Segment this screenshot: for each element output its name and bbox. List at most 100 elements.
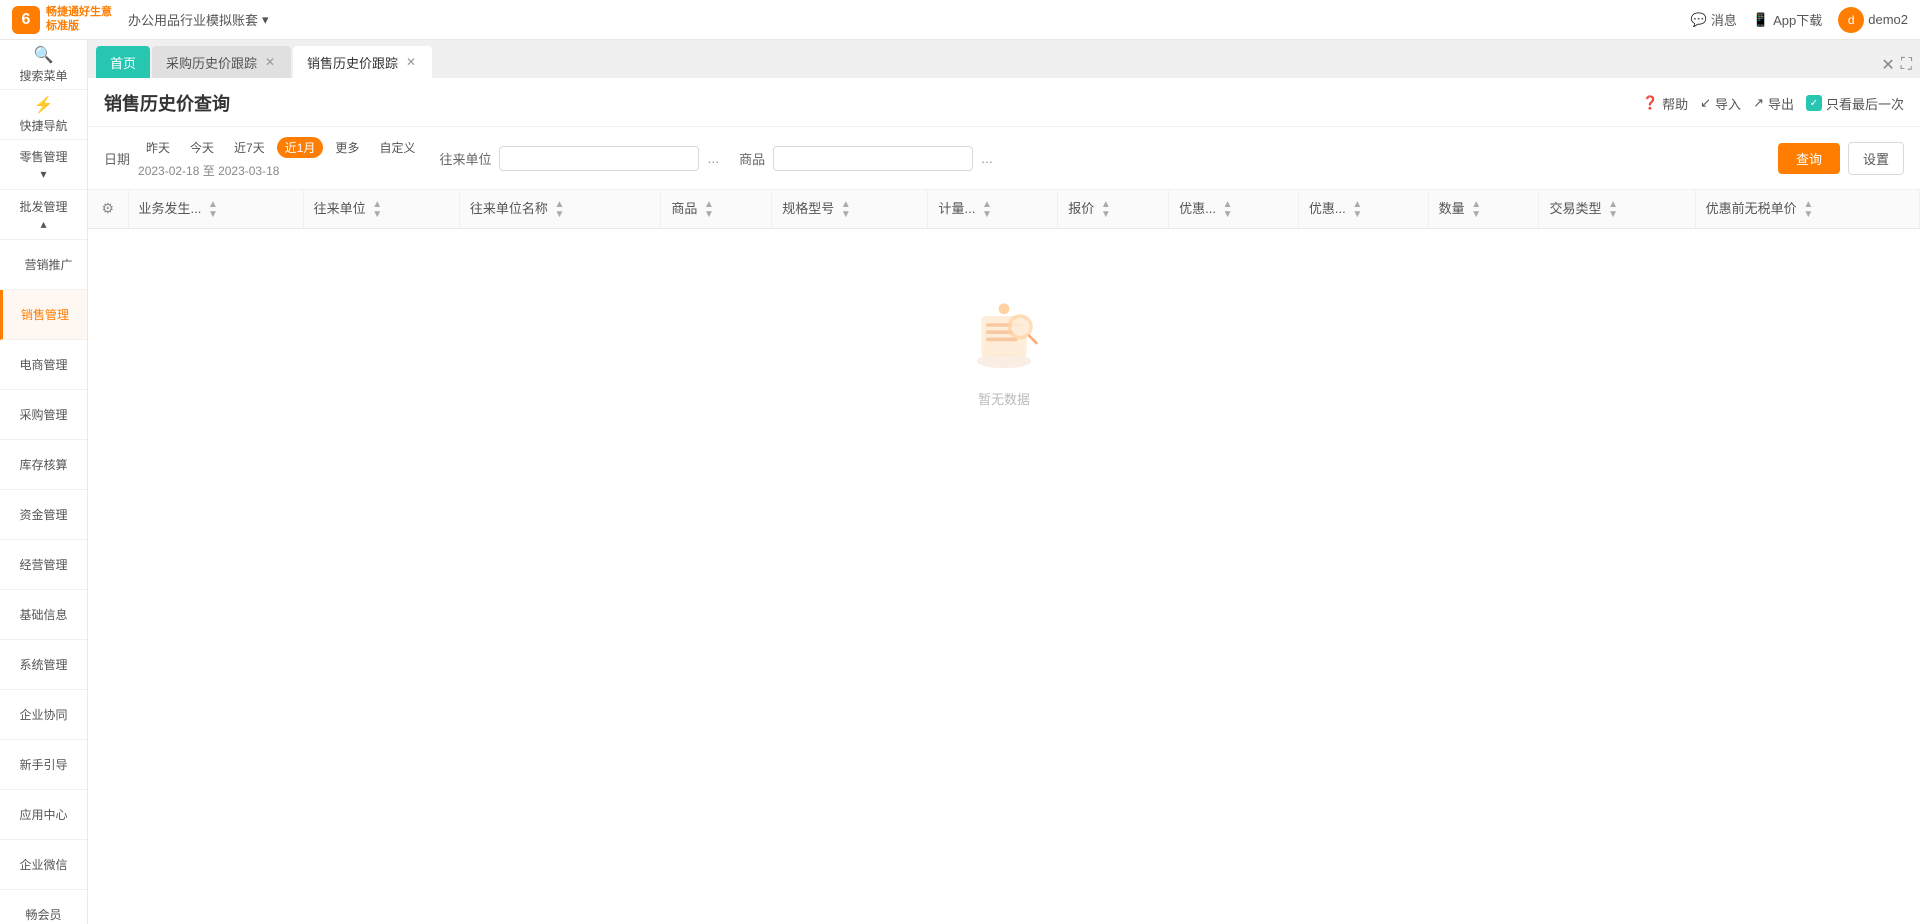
sort-arrows: ▲▼ xyxy=(1471,200,1481,220)
col-product[interactable]: 商品 ▲▼ xyxy=(661,190,772,228)
sort-arrows: ▲▼ xyxy=(208,200,218,220)
tab-close-sales[interactable]: ✕ xyxy=(404,55,418,69)
col-discount1[interactable]: 优惠... ▲▼ xyxy=(1169,190,1299,228)
sort-arrows: ▲▼ xyxy=(1608,200,1618,220)
unit-filter-input[interactable] xyxy=(499,146,699,171)
data-table: ⚙ 业务发生... ▲▼ 往来单位 ▲▼ 往来单位名称 xyxy=(88,190,1920,229)
import-icon: ↙ xyxy=(1700,95,1711,111)
sidebar-item-label: 快捷导航 xyxy=(19,117,67,134)
sidebar-item-label: 批发管理 xyxy=(19,198,67,215)
tab-sales-history[interactable]: 销售历史价跟踪 ✕ xyxy=(293,46,432,78)
sidebar-item-sales[interactable]: 销售管理 xyxy=(0,290,87,340)
date-filter-group: 日期 昨天 今天 近7天 近1月 更多 自定义 2023-02-18 至 202… xyxy=(104,137,423,179)
tab-label: 采购历史价跟踪 xyxy=(166,53,257,72)
table-header: ⚙ 业务发生... ▲▼ 往来单位 ▲▼ 往来单位名称 xyxy=(88,190,1920,228)
sidebar-item-enterprise[interactable]: 企业协同 xyxy=(0,690,87,740)
sidebar-item-label: 企业协同 xyxy=(19,706,67,723)
product-filter-dots[interactable]: ... xyxy=(977,150,997,166)
app-selector[interactable]: 办公用品行业模拟账套 ▾ xyxy=(120,6,277,33)
sort-arrows: ▲▼ xyxy=(704,200,714,220)
download-icon: 📱 xyxy=(1753,12,1769,28)
page-title: 销售历史价查询 xyxy=(104,90,230,116)
date-pill-more[interactable]: 更多 xyxy=(327,137,367,158)
tab-label: 首页 xyxy=(110,53,136,72)
date-pill-custom[interactable]: 自定义 xyxy=(371,137,423,158)
import-button[interactable]: ↙ 导入 xyxy=(1700,94,1741,113)
col-pretax-price[interactable]: 优惠前无税单价 ▲▼ xyxy=(1695,190,1919,228)
date-pill-yesterday[interactable]: 昨天 xyxy=(138,137,178,158)
col-settings[interactable]: ⚙ xyxy=(88,190,128,228)
user-profile[interactable]: d demo2 xyxy=(1838,7,1908,33)
sidebar-item-marketing[interactable]: 营销推广 xyxy=(0,240,87,290)
close-tab-action[interactable]: ✕ xyxy=(1881,55,1894,75)
sidebar-item-operations[interactable]: 经营管理 xyxy=(0,540,87,590)
sidebar-item-vip[interactable]: 畅会员 xyxy=(0,890,87,924)
unit-filter-group: 往来单位 ... xyxy=(439,146,723,171)
gear-icon[interactable]: ⚙ xyxy=(101,200,114,216)
date-pill-last7[interactable]: 近7天 xyxy=(226,137,273,158)
sidebar-item-wechat[interactable]: 企业微信 xyxy=(0,840,87,890)
col-trade-type[interactable]: 交易类型 ▲▼ xyxy=(1539,190,1695,228)
sidebar-item-shortcut[interactable]: ⚡ 快捷导航 xyxy=(0,90,87,140)
col-unit-name[interactable]: 往来单位名称 ▲▼ xyxy=(459,190,661,228)
sidebar-item-retail[interactable]: 零售管理 ▾ xyxy=(0,140,87,190)
col-unit-code[interactable]: 往来单位 ▲▼ xyxy=(303,190,459,228)
sidebar-item-guide[interactable]: 新手引导 xyxy=(0,740,87,790)
sort-arrows: ▲▼ xyxy=(372,200,382,220)
logo-text: 畅捷通好生意 标准版 xyxy=(46,6,112,32)
tab-purchase-history[interactable]: 采购历史价跟踪 ✕ xyxy=(152,46,291,78)
search-icon: 🔍 xyxy=(34,45,54,65)
only-last-checkbox[interactable]: ✓ 只看最后一次 xyxy=(1806,94,1904,113)
sidebar-item-label: 销售管理 xyxy=(21,306,69,323)
export-icon: ↗ xyxy=(1753,95,1764,111)
col-discount2[interactable]: 优惠... ▲▼ xyxy=(1298,190,1428,228)
tab-bar-actions: ✕ ⛶ xyxy=(1881,55,1912,78)
sidebar-item-apps[interactable]: 应用中心 xyxy=(0,790,87,840)
help-button[interactable]: ❓ 帮助 xyxy=(1642,94,1688,113)
sidebar-item-purchase[interactable]: 采购管理 xyxy=(0,390,87,440)
date-pill-today[interactable]: 今天 xyxy=(182,137,222,158)
sidebar-item-inventory[interactable]: 库存核算 xyxy=(0,440,87,490)
logo-area: 6 畅捷通好生意 标准版 xyxy=(12,6,112,34)
date-pill-last1m[interactable]: 近1月 xyxy=(277,137,324,158)
help-icon: ❓ xyxy=(1642,95,1658,111)
empty-text: 暂无数据 xyxy=(978,389,1030,408)
sidebar-item-finance[interactable]: 资金管理 xyxy=(0,490,87,540)
settings-button[interactable]: 设置 xyxy=(1848,142,1904,175)
message-button[interactable]: 💬 消息 xyxy=(1691,10,1737,29)
tab-close-purchase[interactable]: ✕ xyxy=(263,55,277,69)
top-bar-left: 6 畅捷通好生意 标准版 办公用品行业模拟账套 ▾ xyxy=(12,6,277,34)
chevron-down-icon: ▾ xyxy=(262,12,269,28)
sidebar-item-search[interactable]: 🔍 搜索菜单 xyxy=(0,40,87,90)
checkbox-icon: ✓ xyxy=(1806,95,1822,111)
date-pills: 昨天 今天 近7天 近1月 更多 自定义 xyxy=(138,137,423,158)
sort-arrows: ▲▼ xyxy=(1101,200,1111,220)
sidebar-item-label: 搜索菜单 xyxy=(19,67,67,84)
unit-input-group: ... xyxy=(499,146,723,171)
col-spec[interactable]: 规格型号 ▲▼ xyxy=(772,190,928,228)
sidebar-item-wholesale[interactable]: 批发管理 ▴ xyxy=(0,190,87,240)
unit-filter-dots[interactable]: ... xyxy=(703,150,723,166)
chevron-down-icon: ▾ xyxy=(40,167,46,181)
filter-actions: 查询 设置 xyxy=(1778,142,1904,175)
col-quantity[interactable]: 数量 ▲▼ xyxy=(1428,190,1539,228)
sidebar-item-ecommerce[interactable]: 电商管理 xyxy=(0,340,87,390)
query-button[interactable]: 查询 xyxy=(1778,143,1840,174)
page-header: 销售历史价查询 ❓ 帮助 ↙ 导入 ↗ 导出 ✓ xyxy=(88,78,1920,127)
sort-arrows: ▲▼ xyxy=(841,200,851,220)
sidebar-item-label: 资金管理 xyxy=(19,506,67,523)
tab-home[interactable]: 首页 xyxy=(96,46,150,78)
sidebar-item-basic[interactable]: 基础信息 xyxy=(0,590,87,640)
export-button[interactable]: ↗ 导出 xyxy=(1753,94,1794,113)
product-filter-label: 商品 xyxy=(739,149,765,168)
col-biz-date[interactable]: 业务发生... ▲▼ xyxy=(128,190,303,228)
sidebar-item-label: 库存核算 xyxy=(19,456,67,473)
app-download-button[interactable]: 📱 App下载 xyxy=(1753,10,1822,29)
maximize-tab-action[interactable]: ⛶ xyxy=(1901,56,1912,74)
col-quote[interactable]: 报价 ▲▼ xyxy=(1058,190,1169,228)
tab-label: 销售历史价跟踪 xyxy=(307,53,398,72)
col-unit-measure[interactable]: 计量... ▲▼ xyxy=(928,190,1058,228)
product-filter-input[interactable] xyxy=(773,146,973,171)
sidebar-item-label: 零售管理 xyxy=(19,148,67,165)
sidebar-item-system[interactable]: 系统管理 xyxy=(0,640,87,690)
